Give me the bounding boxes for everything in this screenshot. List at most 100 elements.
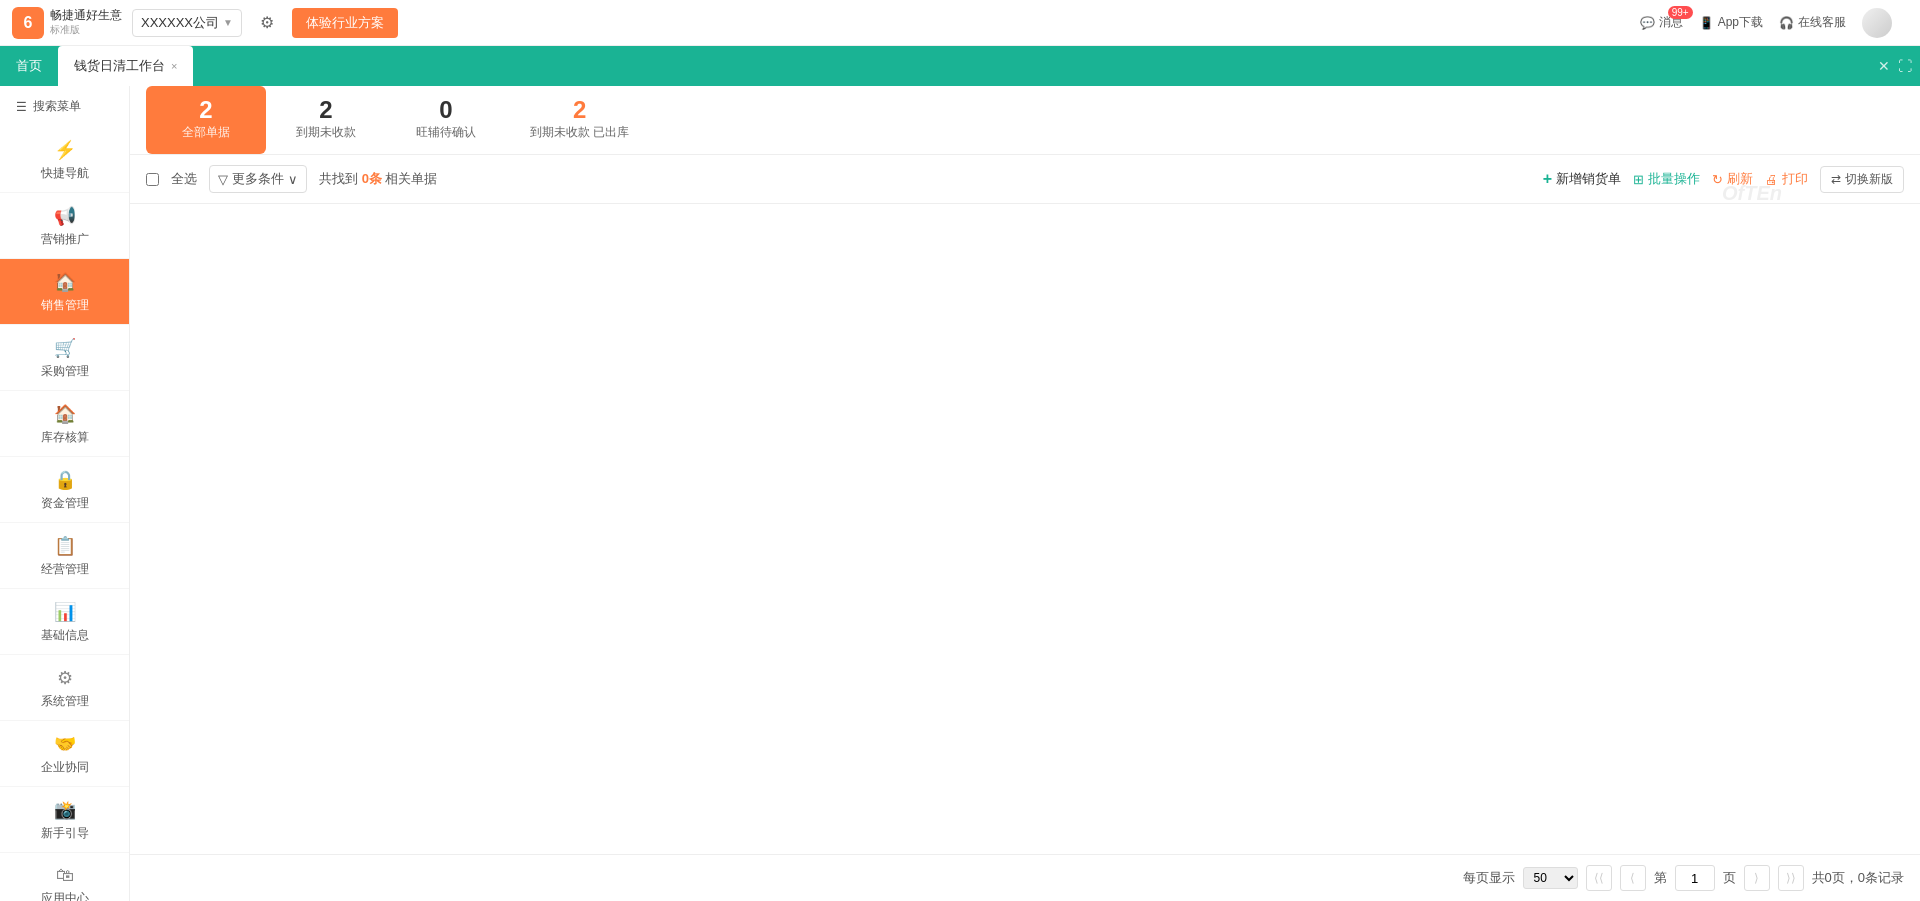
base-info-icon: 📊 xyxy=(54,601,76,623)
toolbar-right: + 新增销货单 ⊞ 批量操作 ↻ 刷新 🖨 打印 ⇄ 切换新版 xyxy=(1543,166,1904,193)
inventory-label: 库存核算 xyxy=(41,429,89,446)
stat-all-label: 全部单据 xyxy=(182,124,230,141)
content-area: 2 全部单据 2 到期未收款 0 旺辅待确认 2 到期未收款 已出库 全选 ▽ … xyxy=(130,86,1920,901)
sidebar-item-purchase[interactable]: 🛒 采购管理 xyxy=(0,325,129,391)
enterprise-icon: 🤝 xyxy=(54,733,76,755)
tab-home-label: 首页 xyxy=(16,57,42,75)
purchase-icon: 🛒 xyxy=(54,337,76,359)
quick-nav-icon: ⚡ xyxy=(54,139,76,161)
found-text: 共找到 0条 相关单据 xyxy=(319,170,437,188)
stat-pending-number: 0 xyxy=(439,96,452,124)
switch-icon: ⇄ xyxy=(1831,172,1841,186)
logo-icon: 6 xyxy=(12,7,44,39)
prev-page-button[interactable]: ⟨ xyxy=(1620,865,1646,891)
sidebar-item-guide[interactable]: 📸 新手引导 xyxy=(0,787,129,853)
nav-tabs-right: ✕ ⛶ xyxy=(1878,58,1920,74)
page-number-input[interactable] xyxy=(1675,865,1715,891)
user-avatar[interactable] xyxy=(1862,8,1892,38)
print-label: 打印 xyxy=(1782,170,1808,188)
sidebar-item-system[interactable]: ⚙ 系统管理 xyxy=(0,655,129,721)
stats-tabs: 2 全部单据 2 到期未收款 0 旺辅待确认 2 到期未收款 已出库 xyxy=(130,86,1920,155)
found-count: 0条 xyxy=(362,171,382,186)
next-page-button[interactable]: ⟩ xyxy=(1744,865,1770,891)
page-size-select[interactable]: 50 100 200 xyxy=(1523,867,1578,889)
sidebar-item-sales[interactable]: 🏠 销售管理 xyxy=(0,259,129,325)
stat-overdue-number: 2 xyxy=(319,96,332,124)
select-all-checkbox[interactable] xyxy=(146,173,159,186)
sidebar-item-operations[interactable]: 📋 经营管理 xyxy=(0,523,129,589)
tab-home[interactable]: 首页 xyxy=(0,46,58,86)
window-close-icon[interactable]: ✕ xyxy=(1878,58,1890,74)
sidebar-item-enterprise[interactable]: 🤝 企业协同 xyxy=(0,721,129,787)
pagination: 每页显示 50 100 200 ⟨⟨ ⟨ 第 页 ⟩ ⟩⟩ 共0页，0条记录 xyxy=(130,854,1920,901)
refresh-button[interactable]: ↻ 刷新 xyxy=(1712,170,1753,188)
quick-nav-label: 快捷导航 xyxy=(41,165,89,182)
sidebar-search[interactable]: ☰ 搜索菜单 xyxy=(0,86,129,127)
main-layout: ☰ 搜索菜单 ⚡ 快捷导航 📢 营销推广 🏠 销售管理 🛒 采购管理 🏠 库存核… xyxy=(0,86,1920,901)
sidebar-item-base-info[interactable]: 📊 基础信息 xyxy=(0,589,129,655)
stat-overdue-out-label: 到期未收款 已出库 xyxy=(530,124,629,141)
stat-tab-overdue[interactable]: 2 到期未收款 xyxy=(266,86,386,154)
settings-button[interactable]: ⚙ xyxy=(252,8,282,38)
plus-icon: + xyxy=(1543,170,1552,188)
experience-button[interactable]: 体验行业方案 xyxy=(292,8,398,38)
new-sales-button[interactable]: + 新增销货单 xyxy=(1543,170,1621,188)
switch-version-button[interactable]: ⇄ 切换新版 xyxy=(1820,166,1904,193)
sidebar-item-quick-nav[interactable]: ⚡ 快捷导航 xyxy=(0,127,129,193)
table-empty-state xyxy=(130,204,1920,854)
select-all-label: 全选 xyxy=(171,170,197,188)
batch-icon: ⊞ xyxy=(1633,172,1644,187)
operations-icon: 📋 xyxy=(54,535,76,557)
sidebar-item-app-center[interactable]: 🛍 应用中心 xyxy=(0,853,129,901)
app-center-icon: 🛍 xyxy=(56,865,74,886)
sales-icon: 🏠 xyxy=(54,271,76,293)
page-suffix: 页 xyxy=(1723,869,1736,887)
filter-button[interactable]: ▽ 更多条件 ∨ xyxy=(209,165,307,193)
guide-icon: 📸 xyxy=(54,799,76,821)
enterprise-label: 企业协同 xyxy=(41,759,89,776)
stat-tab-overdue-out[interactable]: 2 到期未收款 已出库 xyxy=(506,86,653,154)
support-label: 在线客服 xyxy=(1798,14,1846,31)
first-page-button[interactable]: ⟨⟨ xyxy=(1586,865,1612,891)
filter-label: 更多条件 xyxy=(232,170,284,188)
stat-tab-all[interactable]: 2 全部单据 xyxy=(146,86,266,154)
header-left: 6 畅捷通好生意 标准版 XXXXXX公司 ▼ ⚙ 体验行业方案 xyxy=(12,7,398,39)
search-icon: ☰ xyxy=(16,100,27,114)
header-right: 💬 消息 99+ 📱 App下载 🎧 在线客服 xyxy=(1640,8,1908,38)
purchase-label: 采购管理 xyxy=(41,363,89,380)
batch-operation-button[interactable]: ⊞ 批量操作 xyxy=(1633,170,1700,188)
sidebar: ☰ 搜索菜单 ⚡ 快捷导航 📢 营销推广 🏠 销售管理 🛒 采购管理 🏠 库存核… xyxy=(0,86,130,901)
sidebar-item-marketing[interactable]: 📢 营销推广 xyxy=(0,193,129,259)
system-icon: ⚙ xyxy=(57,667,73,689)
batch-label: 批量操作 xyxy=(1648,170,1700,188)
app-download-action[interactable]: 📱 App下载 xyxy=(1699,14,1763,31)
app-download-icon: 📱 xyxy=(1699,16,1714,30)
company-dropdown-icon: ▼ xyxy=(223,17,233,28)
page-label: 第 xyxy=(1654,869,1667,887)
window-expand-icon[interactable]: ⛶ xyxy=(1898,58,1912,74)
stat-tab-pending[interactable]: 0 旺辅待确认 xyxy=(386,86,506,154)
print-button[interactable]: 🖨 打印 xyxy=(1765,170,1808,188)
message-action[interactable]: 💬 消息 99+ xyxy=(1640,14,1683,31)
finance-icon: 🔒 xyxy=(54,469,76,491)
base-info-label: 基础信息 xyxy=(41,627,89,644)
stat-all-number: 2 xyxy=(199,96,212,124)
sales-label: 销售管理 xyxy=(41,297,89,314)
support-action[interactable]: 🎧 在线客服 xyxy=(1779,14,1846,31)
settings-icon: ⚙ xyxy=(260,13,274,32)
company-selector[interactable]: XXXXXX公司 ▼ xyxy=(132,9,242,37)
app-center-label: 应用中心 xyxy=(41,890,89,901)
operations-label: 经营管理 xyxy=(41,561,89,578)
sidebar-item-inventory[interactable]: 🏠 库存核算 xyxy=(0,391,129,457)
message-badge: 99+ xyxy=(1668,6,1693,19)
page-size-label: 每页显示 xyxy=(1463,869,1515,887)
app-badge: 标准版 xyxy=(50,23,122,37)
tab-close-icon[interactable]: × xyxy=(171,60,177,72)
sidebar-item-finance[interactable]: 🔒 资金管理 xyxy=(0,457,129,523)
avatar-image xyxy=(1862,8,1892,38)
marketing-label: 营销推广 xyxy=(41,231,89,248)
toolbar: 全选 ▽ 更多条件 ∨ 共找到 0条 相关单据 + 新增销货单 ⊞ 批量操作 xyxy=(130,155,1920,204)
tab-work-station[interactable]: 钱货日清工作台 × xyxy=(58,46,193,86)
last-page-button[interactable]: ⟩⟩ xyxy=(1778,865,1804,891)
filter-icon: ▽ xyxy=(218,172,228,187)
